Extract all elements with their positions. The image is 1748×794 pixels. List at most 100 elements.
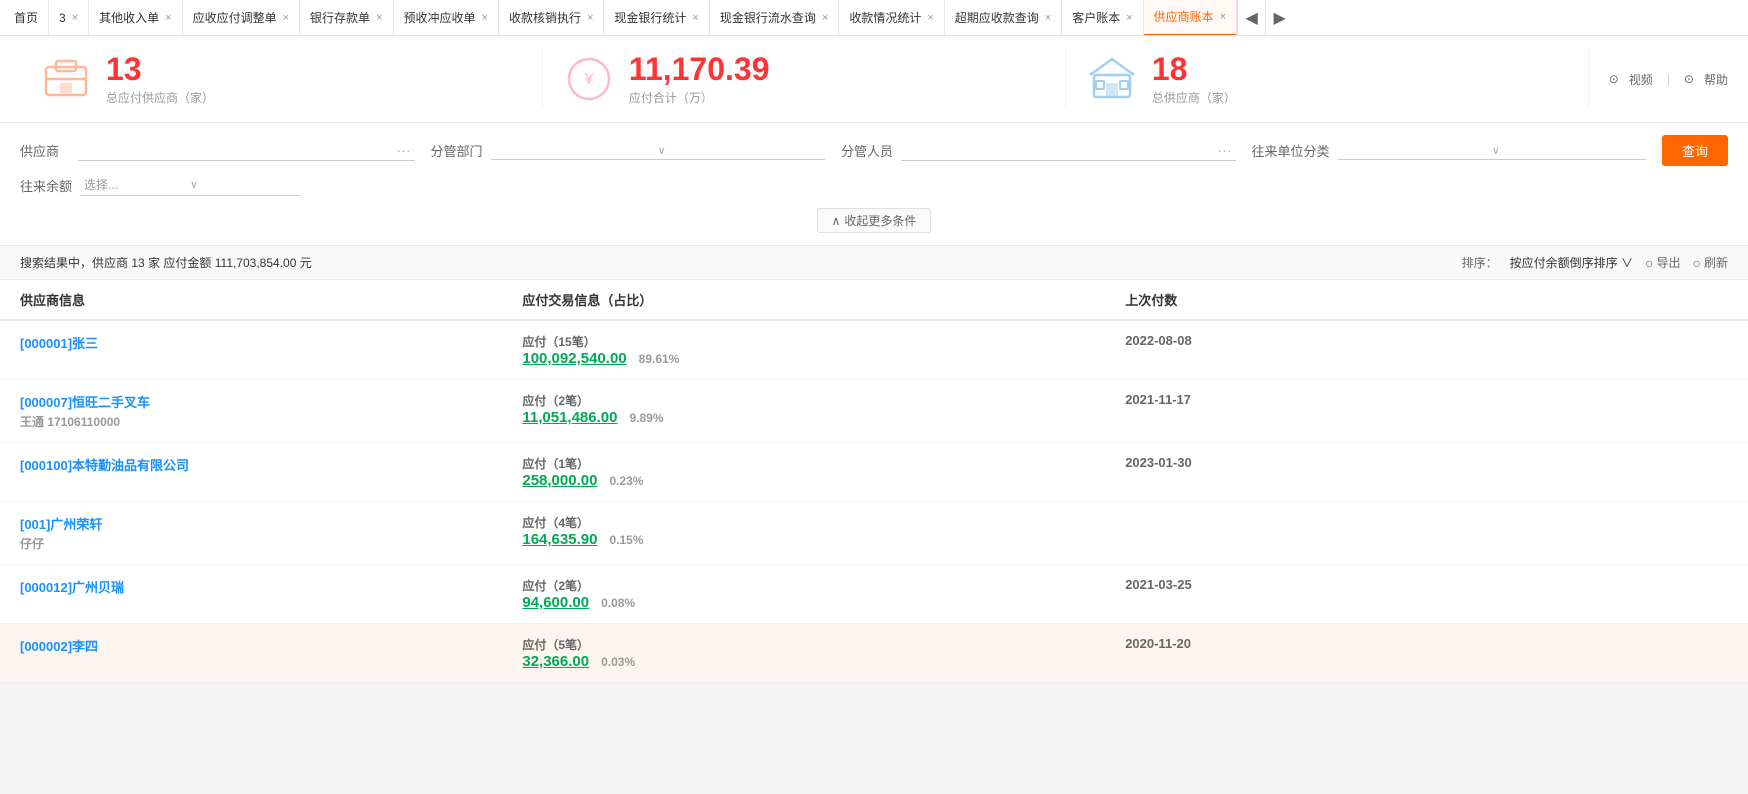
supplier-name: [001]广州荣轩 [20,514,522,533]
tab-3-close[interactable]: × [72,12,78,24]
summary-card2-text: 11,170.39 应付合计（万） [629,52,770,106]
tab-advance-writeoff-close[interactable]: × [482,12,488,24]
payable-amount[interactable]: 94,600.00 [522,594,589,611]
data-table: 供应商信息 应付交易信息（占比） 上次付数 [000001]张三 应付（15笔）… [0,280,1748,683]
tab-ap-adjust[interactable]: 应收应付调整单 × [183,0,300,36]
tab-ap-adjust-close[interactable]: × [283,12,289,24]
tab-receipt-verify-close[interactable]: × [587,12,593,24]
collapse-button[interactable]: ∧ 收起更多条件 [817,208,932,233]
supplier-name: [000100]本特勤油品有限公司 [20,455,522,474]
supplier-name: [000002]李四 [20,636,522,655]
amount-icon: ¥ [563,53,615,105]
payable-amount[interactable]: 258,000.00 [522,472,597,489]
nav-left-arrow[interactable]: ◀ [1237,0,1265,36]
supplier-info-cell: [000002]李四 [20,636,522,657]
tab-bank-deposit[interactable]: 银行存款单 × [300,0,393,36]
payable-amount[interactable]: 100,092,540.00 [522,350,626,367]
table-row: [000007]恒旺二手叉车 王通 17106110000 应付（2笔） 11,… [0,380,1748,443]
tab-ap-adjust-label: 应收应付调整单 [193,9,277,26]
tab-bank-deposit-label: 银行存款单 [310,9,370,26]
supplier-name: [000012]广州贝瑞 [20,577,522,596]
tab-advance-writeoff[interactable]: 预收冲应收单 × [394,0,499,36]
supplier-input-wrap[interactable]: ··· [78,140,415,161]
supplier-link[interactable]: [000001]张三 [20,336,98,351]
tab-receipt-stat[interactable]: 收款情况统计 × [839,0,944,36]
collapse-label: 收起更多条件 [844,212,916,229]
tab-customer-account[interactable]: 客户账本 × [1062,0,1143,36]
store-icon [1086,53,1138,105]
supplier-info-cell: [000100]本特勤油品有限公司 [20,455,522,476]
supplier-link[interactable]: [000007]恒旺二手叉车 [20,395,150,410]
summary-card1-text: 13 总应付供应商（家） [106,52,214,106]
table-header: 供应商信息 应付交易信息（占比） 上次付数 [0,280,1748,321]
sort-dropdown[interactable]: 按应付余额倒序排序 ∨ [1510,254,1633,271]
tab-advance-writeoff-label: 预收冲应收单 [404,9,476,26]
tab-home[interactable]: 首页 [4,0,49,36]
payable-label: 应付（4笔） [522,514,1125,531]
supplier-link[interactable]: [000002]李四 [20,639,98,654]
person-input[interactable] [905,143,1217,157]
nav-right-arrow[interactable]: ▶ [1265,0,1293,36]
supplier-input[interactable] [82,143,397,157]
supplier-sub: 王通 17106110000 [20,413,522,430]
tab-customer-account-close[interactable]: × [1126,12,1132,24]
help-link[interactable]: 帮助 [1704,71,1728,88]
tab-customer-account-label: 客户账本 [1072,9,1120,26]
summary-amount-value: 11,170.39 [629,52,770,87]
search-button[interactable]: 查询 [1662,135,1728,166]
tab-other-income[interactable]: 其他收入单 × [89,0,182,36]
tab-receipt-stat-label: 收款情况统计 [849,9,921,26]
supplier-link[interactable]: [000012]广州贝瑞 [20,580,124,595]
supplier-link[interactable]: [001]广州荣轩 [20,517,102,532]
payable-row: 164,635.90 0.15% [522,531,1125,548]
category-select[interactable]: ∨ [1338,142,1646,160]
tab-supplier-account-close[interactable]: × [1220,11,1226,23]
tab-other-income-close[interactable]: × [165,12,171,24]
tab-receipt-stat-close[interactable]: × [927,12,933,24]
table-row: [001]广州荣轩 仔仔 应付（4笔） 164,635.90 0.15% [0,502,1748,565]
category-label: 往来单位分类 [1252,141,1330,160]
dept-select[interactable]: ∨ [491,142,825,160]
export-label: 导出 [1657,254,1681,271]
summary-card-total-suppliers: 18 总供应商（家） [1066,48,1589,110]
tab-3-label: 3 [59,11,66,25]
result-info-suffix: 元 [300,256,312,270]
supplier-link[interactable]: [000100]本特勤油品有限公司 [20,458,189,473]
payable-amount[interactable]: 164,635.90 [522,531,597,548]
search-area: 供应商 ··· 分管部门 ∨ 分管人员 ··· 往来单位分类 ∨ [0,123,1748,246]
tab-cash-bank-stat[interactable]: 现金银行统计 × [604,0,709,36]
last-pay-date: 2022-08-08 [1125,333,1192,348]
last-pay-cell: 2022-08-08 [1125,333,1527,348]
payable-row: 11,051,486.00 9.89% [522,409,1125,426]
video-link[interactable]: 视频 [1629,71,1653,88]
export-button[interactable]: ○ 导出 [1645,254,1680,271]
tab-cash-bank-flow-close[interactable]: × [822,12,828,24]
tab-3[interactable]: 3 × [49,0,89,36]
person-label: 分管人员 [841,141,893,160]
payable-percent: 0.15% [609,533,643,547]
tab-overdue-query-close[interactable]: × [1045,12,1051,24]
tab-overdue-query[interactable]: 超期应收款查询 × [945,0,1062,36]
payable-amount[interactable]: 11,051,486.00 [522,409,617,426]
balance-select[interactable]: 选择... ∨ [80,174,300,196]
refresh-icon: ○ [1693,255,1701,271]
tab-cash-bank-flow[interactable]: 现金银行流水查询 × [710,0,839,36]
table-row: [000001]张三 应付（15笔） 100,092,540.00 89.61%… [0,321,1748,380]
refresh-button[interactable]: ○ 刷新 [1693,254,1728,271]
search-field-person: 分管人员 ··· [841,140,1236,161]
person-input-wrap[interactable]: ··· [901,140,1235,161]
supplier-sub: 仔仔 [20,535,522,552]
tab-receipt-verify-label: 收款核销执行 [509,9,581,26]
person-dots-btn[interactable]: ··· [1218,142,1232,158]
search-field-supplier: 供应商 ··· [20,140,415,161]
supplier-dots-btn[interactable]: ··· [397,142,411,158]
payable-percent: 9.89% [629,411,663,425]
tab-receipt-verify[interactable]: 收款核销执行 × [499,0,604,36]
tab-bank-deposit-close[interactable]: × [376,12,382,24]
last-pay-cell: 2021-11-17 [1125,392,1527,407]
tab-cash-bank-stat-close[interactable]: × [692,12,698,24]
payable-label: 应付（1笔） [522,455,1125,472]
payable-label: 应付（15笔） [522,333,1125,350]
tab-supplier-account[interactable]: 供应商账本 × [1144,0,1237,36]
payable-amount[interactable]: 32,366.00 [522,653,589,670]
